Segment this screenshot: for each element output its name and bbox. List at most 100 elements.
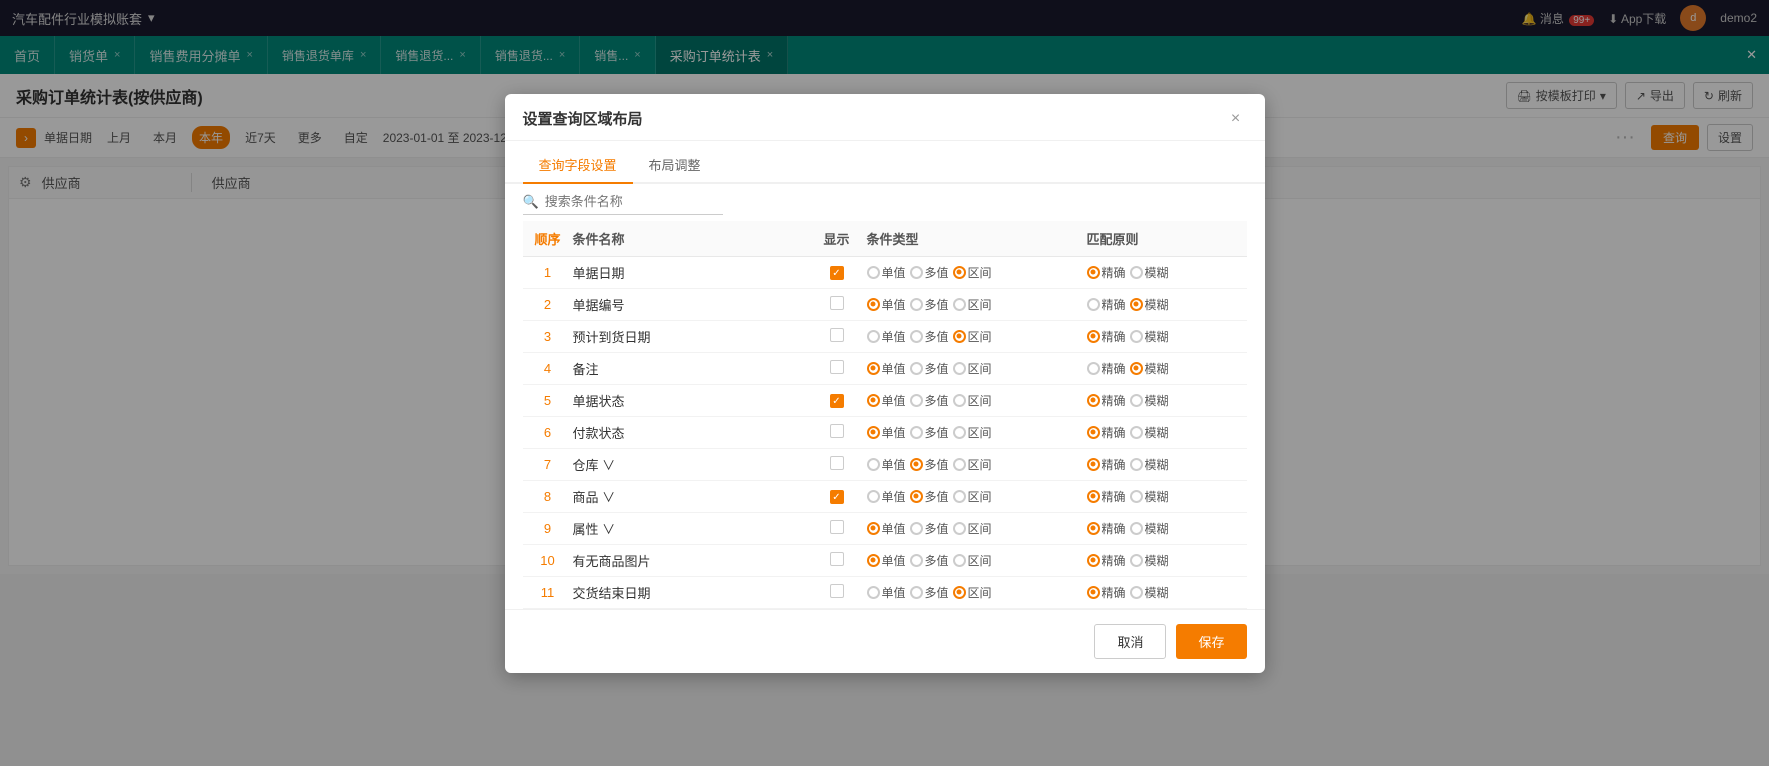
radio-rule-exact-2[interactable]: 精确 — [1087, 296, 1126, 313]
dialog-close-button[interactable]: × — [1225, 108, 1247, 130]
radio-rule-fuzzy-7[interactable]: 模糊 — [1130, 456, 1169, 473]
radio-type-single-3[interactable]: 单值 — [867, 328, 906, 345]
radio-type-multi-8[interactable]: 多值 — [910, 488, 949, 505]
radio-type-single-8[interactable]: 单值 — [867, 488, 906, 505]
checkbox-show-4[interactable] — [830, 360, 844, 374]
radio-type-range-5[interactable]: 区间 — [953, 392, 992, 409]
radio-type-range-4[interactable]: 区间 — [953, 360, 992, 377]
radio-type-single-10[interactable]: 单值 — [867, 552, 906, 569]
radio-rule-fuzzy-4[interactable]: 模糊 — [1130, 360, 1169, 377]
radio-type-multi-1[interactable]: 多值 — [910, 264, 949, 281]
checkbox-show-2[interactable] — [830, 296, 844, 310]
radio-rule-exact-1[interactable]: 精确 — [1087, 264, 1126, 281]
table-row: 10有无商品图片 单值多值区间 精确模糊 — [523, 545, 1247, 577]
table-row: 9属性 ∨单值多值区间精确模糊 — [523, 513, 1247, 545]
dialog-table: 顺序 条件名称 显示 条件类型 匹配原则 1单据日期✓单值多值区间精确模糊2单据… — [505, 221, 1265, 609]
radio-rule-exact-7[interactable]: 精确 — [1087, 456, 1126, 473]
radio-rule-exact-11[interactable]: 精确 — [1087, 584, 1126, 601]
row-order-8: 8 — [523, 489, 573, 504]
checkbox-show-11[interactable] — [830, 584, 844, 598]
radio-rule-fuzzy-5[interactable]: 模糊 — [1130, 392, 1169, 409]
row-order-2: 2 — [523, 297, 573, 312]
row-name-10: 有无商品图片 — [573, 551, 807, 570]
table-row: 4备注单值多值区间精确模糊 — [523, 353, 1247, 385]
radio-type-range-8[interactable]: 区间 — [953, 488, 992, 505]
radio-rule-exact-8[interactable]: 精确 — [1087, 488, 1126, 505]
checkbox-show-1[interactable]: ✓ — [830, 266, 844, 280]
checkbox-show-8[interactable]: ✓ — [830, 490, 844, 504]
row-order-7: 7 — [523, 457, 573, 472]
table-header: 顺序 条件名称 显示 条件类型 匹配原则 — [523, 221, 1247, 257]
checkbox-show-10[interactable] — [830, 552, 844, 566]
radio-type-range-7[interactable]: 区间 — [953, 456, 992, 473]
table-row: 7仓库 ∨单值多值区间精确模糊 — [523, 449, 1247, 481]
search-input[interactable] — [545, 194, 723, 209]
col-header-type: 条件类型 — [867, 229, 1087, 248]
col-header-name: 条件名称 — [573, 229, 807, 248]
radio-type-single-5[interactable]: 单值 — [867, 392, 906, 409]
radio-rule-fuzzy-1[interactable]: 模糊 — [1130, 264, 1169, 281]
search-wrap: 🔍 — [523, 194, 723, 215]
checkbox-show-9[interactable] — [830, 520, 844, 534]
col-header-show: 显示 — [807, 229, 867, 248]
checkbox-show-5[interactable]: ✓ — [830, 394, 844, 408]
radio-rule-exact-10[interactable]: 精确 — [1087, 552, 1126, 569]
radio-rule-exact-5[interactable]: 精确 — [1087, 392, 1126, 409]
radio-rule-exact-6[interactable]: 精确 — [1087, 424, 1126, 441]
dialog-tab-fields[interactable]: 查询字段设置 — [523, 147, 633, 184]
radio-rule-fuzzy-3[interactable]: 模糊 — [1130, 328, 1169, 345]
dialog-search-area: 🔍 — [505, 184, 1265, 221]
radio-type-single-2[interactable]: 单值 — [867, 296, 906, 313]
radio-type-range-1[interactable]: 区间 — [953, 264, 992, 281]
radio-type-single-11[interactable]: 单值 — [867, 584, 906, 601]
dialog-overlay: 设置查询区域布局 × 查询字段设置 布局调整 🔍 顺序 条件名称 显示 条件类型… — [0, 0, 1769, 766]
radio-type-single-7[interactable]: 单值 — [867, 456, 906, 473]
row-name-4: 备注 — [573, 359, 807, 378]
radio-type-single-9[interactable]: 单值 — [867, 520, 906, 537]
dialog-tab-layout[interactable]: 布局调整 — [633, 147, 717, 184]
checkbox-show-7[interactable] — [830, 456, 844, 470]
radio-type-multi-9[interactable]: 多值 — [910, 520, 949, 537]
radio-type-multi-10[interactable]: 多值 — [910, 552, 949, 569]
save-button[interactable]: 保存 — [1176, 624, 1246, 659]
radio-type-range-10[interactable]: 区间 — [953, 552, 992, 569]
radio-rule-fuzzy-6[interactable]: 模糊 — [1130, 424, 1169, 441]
radio-rule-fuzzy-8[interactable]: 模糊 — [1130, 488, 1169, 505]
col-header-rule: 匹配原则 — [1087, 229, 1247, 248]
row-name-5: 单据状态 — [573, 391, 807, 410]
radio-type-multi-2[interactable]: 多值 — [910, 296, 949, 313]
radio-rule-fuzzy-2[interactable]: 模糊 — [1130, 296, 1169, 313]
radio-rule-exact-4[interactable]: 精确 — [1087, 360, 1126, 377]
radio-type-multi-7[interactable]: 多值 — [910, 456, 949, 473]
radio-rule-fuzzy-9[interactable]: 模糊 — [1130, 520, 1169, 537]
radio-type-range-3[interactable]: 区间 — [953, 328, 992, 345]
radio-type-single-1[interactable]: 单值 — [867, 264, 906, 281]
settings-dialog: 设置查询区域布局 × 查询字段设置 布局调整 🔍 顺序 条件名称 显示 条件类型… — [505, 94, 1265, 673]
row-name-2: 单据编号 — [573, 295, 807, 314]
checkbox-show-6[interactable] — [830, 424, 844, 438]
radio-rule-fuzzy-11[interactable]: 模糊 — [1130, 584, 1169, 601]
radio-type-range-2[interactable]: 区间 — [953, 296, 992, 313]
row-order-6: 6 — [523, 425, 573, 440]
radio-type-multi-5[interactable]: 多值 — [910, 392, 949, 409]
radio-type-range-9[interactable]: 区间 — [953, 520, 992, 537]
radio-type-multi-4[interactable]: 多值 — [910, 360, 949, 377]
radio-type-range-6[interactable]: 区间 — [953, 424, 992, 441]
radio-rule-exact-3[interactable]: 精确 — [1087, 328, 1126, 345]
radio-type-single-4[interactable]: 单值 — [867, 360, 906, 377]
checkbox-show-3[interactable] — [830, 328, 844, 342]
cancel-button[interactable]: 取消 — [1094, 624, 1166, 659]
row-order-10: 10 — [523, 553, 573, 568]
radio-type-multi-3[interactable]: 多值 — [910, 328, 949, 345]
radio-rule-fuzzy-10[interactable]: 模糊 — [1130, 552, 1169, 569]
table-row: 2单据编号 单值多值区间 精确模糊 — [523, 289, 1247, 321]
row-order-3: 3 — [523, 329, 573, 344]
radio-rule-exact-9[interactable]: 精确 — [1087, 520, 1126, 537]
radio-type-multi-6[interactable]: 多值 — [910, 424, 949, 441]
radio-type-range-11[interactable]: 区间 — [953, 584, 992, 601]
radio-type-multi-11[interactable]: 多值 — [910, 584, 949, 601]
row-name-3: 预计到货日期 — [573, 327, 807, 346]
row-name-11: 交货结束日期 — [573, 583, 807, 602]
radio-type-single-6[interactable]: 单值 — [867, 424, 906, 441]
table-row: 5单据状态✓单值多值区间精确模糊 — [523, 385, 1247, 417]
